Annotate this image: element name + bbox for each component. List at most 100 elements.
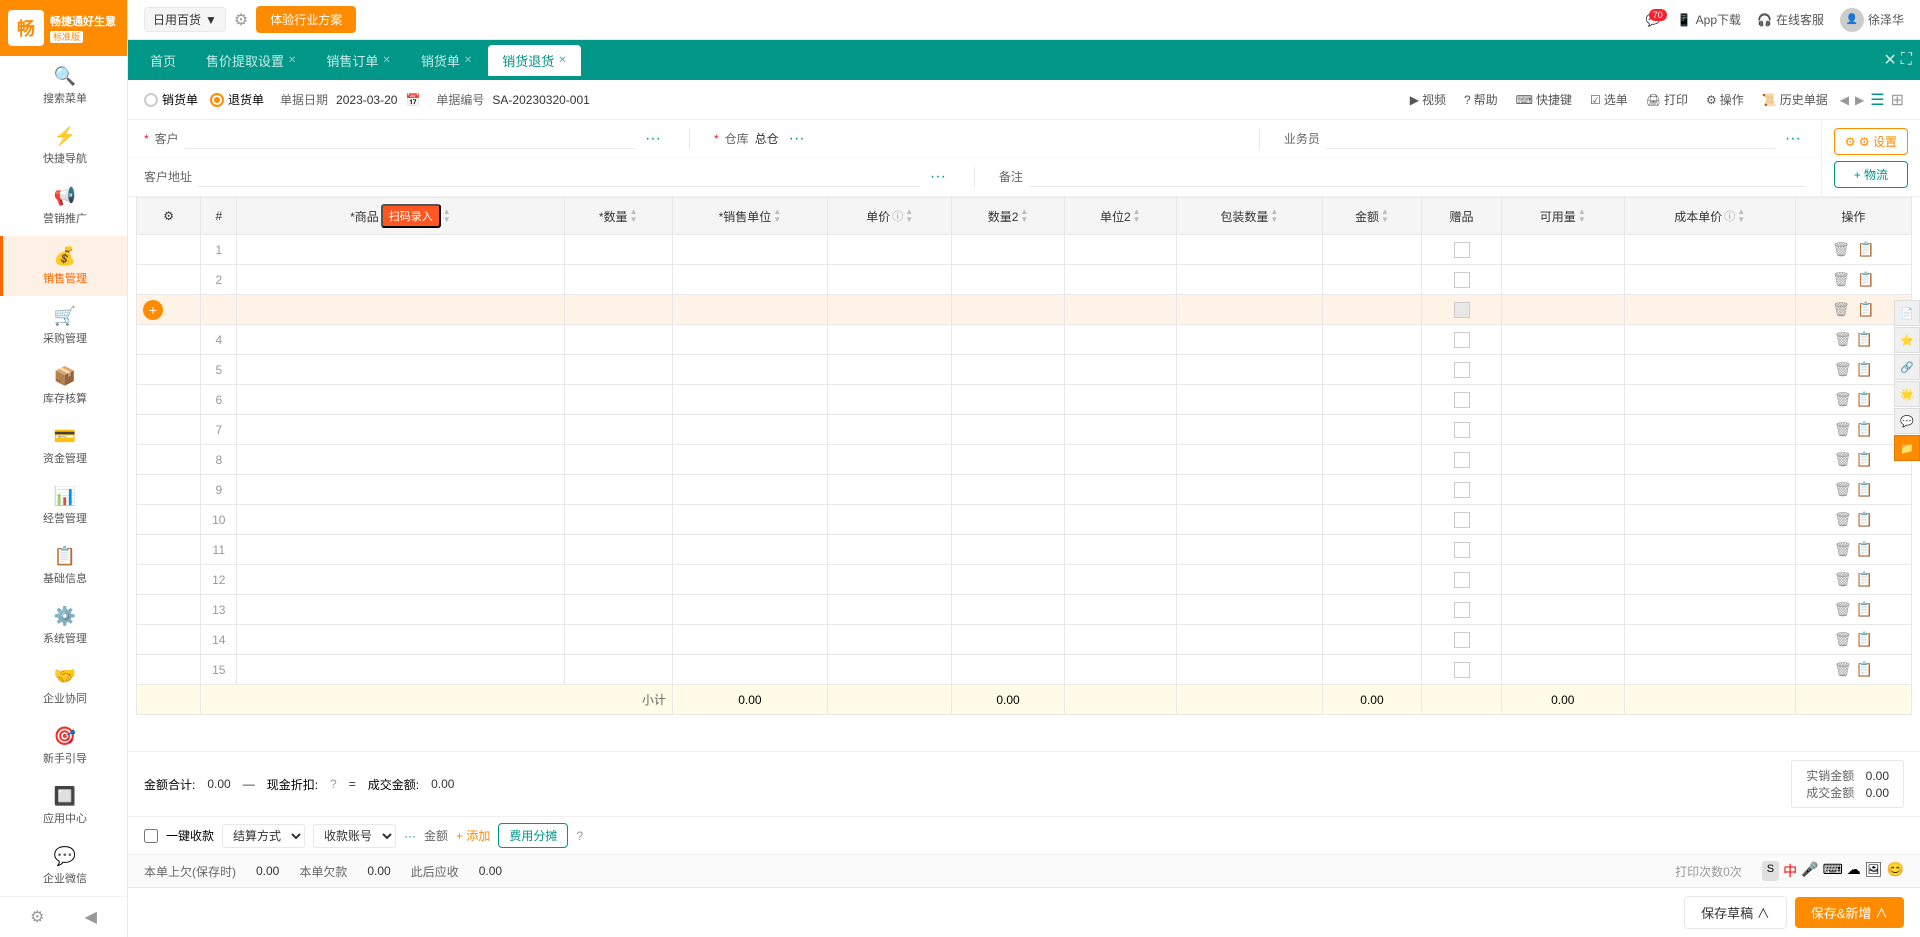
ime-settings2-icon[interactable]: ⌨: [1823, 861, 1843, 881]
gift-checkbox[interactable]: [1454, 392, 1470, 408]
copy-row-icon[interactable]: 📋: [1855, 299, 1876, 319]
gift-checkbox[interactable]: [1454, 452, 1470, 468]
sidebar-item-sales[interactable]: 💰 销售管理: [0, 236, 127, 296]
one-click-pay-checkbox[interactable]: [144, 829, 158, 843]
gift-checkbox[interactable]: [1454, 332, 1470, 348]
radio-return[interactable]: 退货单: [210, 91, 264, 108]
product-input-active[interactable]: [243, 303, 557, 317]
delete-row-icon[interactable]: 🗑: [1830, 239, 1852, 259]
settings-icon[interactable]: ⚙: [163, 209, 174, 223]
product-sort[interactable]: ▲▼: [443, 208, 451, 224]
gift-checkbox[interactable]: [1454, 302, 1470, 318]
ime-photo-icon[interactable]: 🖼: [1865, 861, 1883, 881]
qty2-sort[interactable]: ▲▼: [1020, 208, 1028, 224]
sidebar-item-enterprise[interactable]: 🤝 企业协同: [0, 656, 127, 716]
ime-emoji-icon[interactable]: 😊: [1887, 861, 1904, 881]
gift-checkbox[interactable]: [1454, 632, 1470, 648]
help-btn[interactable]: ? 帮助: [1458, 88, 1504, 111]
delete-row-icon[interactable]: 🗑: [1832, 389, 1854, 409]
delete-row-icon[interactable]: 🗑: [1830, 299, 1852, 319]
salesperson-picker-btn[interactable]: ···: [1781, 130, 1805, 148]
delete-row-icon[interactable]: 🗑: [1832, 629, 1854, 649]
copy-row-icon[interactable]: 📋: [1854, 629, 1875, 649]
address-input[interactable]: [198, 166, 920, 187]
row-available-cell[interactable]: [1501, 235, 1624, 265]
row-gift-cell[interactable]: [1422, 265, 1502, 295]
sidebar-item-marketing[interactable]: 📢 营销推广: [0, 176, 127, 236]
row-amount-cell[interactable]: [1322, 265, 1421, 295]
copy-row-icon[interactable]: 📋: [1854, 509, 1875, 529]
view-grid-icon[interactable]: ⊞: [1891, 90, 1904, 110]
right-sidebar-btn-5[interactable]: 💬: [1894, 408, 1920, 434]
right-sidebar-btn-3[interactable]: 🔗: [1894, 354, 1920, 380]
print-btn[interactable]: 🖨 打印: [1640, 88, 1694, 111]
radio-delivery[interactable]: 销货单: [144, 91, 198, 108]
delete-row-icon[interactable]: 🗑: [1832, 659, 1854, 679]
warehouse-picker-btn[interactable]: ···: [785, 130, 809, 148]
unit-sort[interactable]: ▲▼: [773, 208, 781, 224]
row-price-cell[interactable]: [827, 295, 952, 325]
right-sidebar-btn-6[interactable]: 📁: [1894, 435, 1920, 461]
row-qty2-cell[interactable]: [952, 265, 1064, 295]
logistics-action-btn[interactable]: + 物流: [1834, 161, 1908, 188]
view-list-icon[interactable]: ☰: [1870, 90, 1884, 110]
right-sidebar-btn-2[interactable]: ⭐: [1894, 327, 1920, 353]
right-sidebar-btn-1[interactable]: 📄: [1894, 300, 1920, 326]
row-product-cell[interactable]: [237, 295, 564, 325]
gift-checkbox[interactable]: [1454, 662, 1470, 678]
row-qty-cell[interactable]: [564, 295, 672, 325]
payment-account-select[interactable]: 收款账号: [313, 824, 396, 848]
gift-checkbox[interactable]: [1454, 512, 1470, 528]
row-qty2-cell[interactable]: [952, 295, 1064, 325]
copy-row-icon[interactable]: 📋: [1854, 599, 1875, 619]
row-unit2-cell[interactable]: [1064, 265, 1176, 295]
row-price-cell[interactable]: [827, 235, 952, 265]
tab-price-setting[interactable]: 售价提取设置 ✕: [192, 45, 310, 76]
copy-row-icon[interactable]: 📋: [1855, 269, 1876, 289]
delete-row-icon[interactable]: 🗑: [1832, 509, 1854, 529]
sidebar-item-shortcut[interactable]: ⚡ 快捷导航: [0, 116, 127, 176]
settings-action-btn[interactable]: ⚙ ⚙ 设置: [1834, 128, 1908, 155]
row-product-cell[interactable]: [237, 235, 564, 265]
row-unit-cell[interactable]: [672, 235, 827, 265]
delete-row-icon[interactable]: 🗑: [1832, 479, 1854, 499]
gift-checkbox[interactable]: [1454, 272, 1470, 288]
copy-row-icon[interactable]: 📋: [1854, 389, 1875, 409]
scan-input-btn[interactable]: 扫码录入: [381, 204, 441, 228]
notification-button[interactable]: 💬 70: [1646, 13, 1661, 27]
row-gift-cell[interactable]: [1422, 295, 1502, 325]
tab-home[interactable]: 首页: [136, 45, 190, 76]
row-amount-cell[interactable]: [1322, 235, 1421, 265]
user-menu[interactable]: 👤 徐泽华: [1840, 8, 1904, 32]
copy-row-icon[interactable]: 📋: [1854, 659, 1875, 679]
row-pkg-cell[interactable]: [1176, 295, 1322, 325]
row-cost-cell[interactable]: [1624, 265, 1795, 295]
price-sort[interactable]: ▲▼: [905, 208, 913, 224]
gift-checkbox[interactable]: [1454, 572, 1470, 588]
gift-checkbox[interactable]: [1454, 602, 1470, 618]
app-download-button[interactable]: 📱 App下载: [1677, 11, 1741, 28]
gift-checkbox[interactable]: [1454, 242, 1470, 258]
tab-price-setting-close[interactable]: ✕: [288, 55, 296, 66]
maximize-btn[interactable]: ⛶: [1901, 50, 1912, 70]
right-sidebar-btn-4[interactable]: 🌟: [1894, 381, 1920, 407]
add-row-btn[interactable]: +: [143, 300, 163, 320]
gift-checkbox[interactable]: [1454, 362, 1470, 378]
row-gift-cell[interactable]: [1422, 235, 1502, 265]
address-picker-btn[interactable]: ···: [926, 168, 950, 186]
row-available-cell[interactable]: [1501, 265, 1624, 295]
row-pkg-cell[interactable]: [1176, 235, 1322, 265]
delete-row-icon[interactable]: 🗑: [1832, 329, 1854, 349]
gift-checkbox[interactable]: [1454, 542, 1470, 558]
sidebar-settings-btn[interactable]: ⚙: [30, 907, 44, 927]
salesperson-input[interactable]: [1326, 128, 1775, 149]
copy-row-icon[interactable]: 📋: [1854, 449, 1875, 469]
unit2-sort[interactable]: ▲▼: [1133, 208, 1141, 224]
row-amount-cell[interactable]: [1322, 295, 1421, 325]
sidebar-item-apps[interactable]: 🔲 应用中心: [0, 776, 127, 836]
note-input[interactable]: [1029, 166, 1805, 187]
payment-method-select[interactable]: 结算方式: [222, 824, 305, 848]
row-qty-cell[interactable]: [564, 265, 672, 295]
row-qty2-cell[interactable]: [952, 235, 1064, 265]
cost-info-icon[interactable]: ⓘ: [1724, 208, 1735, 224]
